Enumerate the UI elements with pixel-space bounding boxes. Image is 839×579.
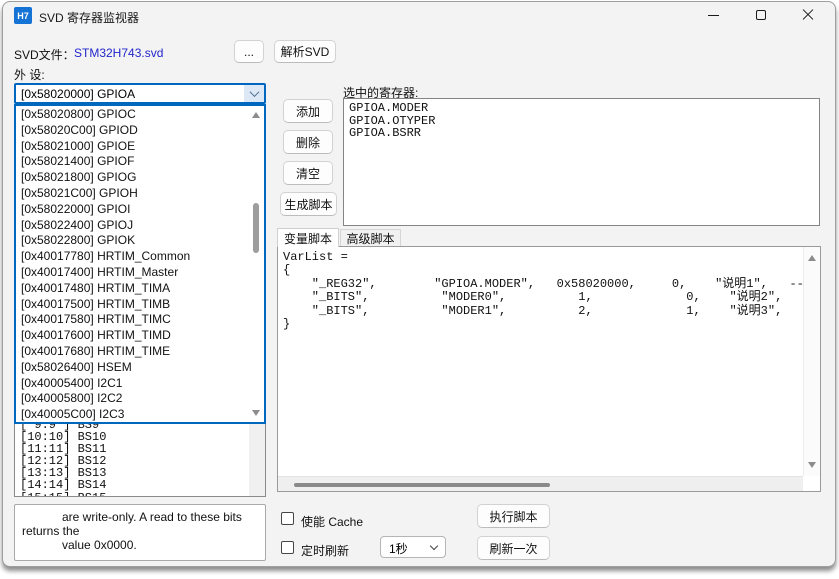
script-horizontal-scrollbar-thumb[interactable]	[294, 483, 550, 487]
peripheral-option[interactable]: [0x40017500] HRTIM_TIMB	[16, 297, 248, 313]
description-line: are write-only. A read to these bits	[22, 510, 242, 524]
peripheral-option[interactable]: [0x58021C00] GPIOH	[16, 186, 248, 202]
bitfield-description-text: are write-only. A read to these bits retu…	[22, 510, 242, 552]
script-vertical-scrollbar[interactable]	[803, 247, 820, 476]
script-horizontal-scrollbar[interactable]	[278, 476, 803, 491]
peripheral-option[interactable]: [0x40017480] HRTIM_TIMA	[16, 281, 248, 297]
peripheral-option[interactable]: [0x58020800] GPIOC	[16, 107, 248, 123]
peripheral-option[interactable]: [0x58022000] GPIOI	[16, 202, 248, 218]
browse-button[interactable]: ...	[234, 40, 264, 63]
peripheral-option[interactable]: [0x58021800] GPIOG	[16, 170, 248, 186]
svd-file-label: SVD文件：	[14, 48, 75, 62]
peripheral-option[interactable]: [0x58020C00] GPIOD	[16, 123, 248, 139]
clear-button[interactable]: 清空	[283, 161, 333, 185]
tab-variable-script[interactable]: 变量脚本	[277, 228, 339, 247]
interval-selected-value: 1秒	[389, 542, 408, 556]
selected-registers-lines: GPIOA.MODER GPIOA.OTYPER GPIOA.BSRR	[349, 102, 814, 140]
peripheral-label: 外 设:	[14, 68, 45, 82]
bitfield-item[interactable]: [14:14] BS14	[20, 479, 106, 491]
peripheral-option[interactable]: [0x40017400] HRTIM_Master	[16, 265, 248, 281]
peripheral-option[interactable]: [0x40005400] I2C1	[16, 376, 248, 392]
peripheral-dropdown-list: [0x58020800] GPIOC [0x58020C00] GPIOD [0x5…	[14, 104, 266, 424]
parse-svd-button[interactable]: 解析SVD	[274, 40, 336, 63]
dropdown-scrollbar-thumb[interactable]	[253, 203, 259, 253]
close-icon	[802, 9, 814, 21]
script-line: "_BITS", "MODER1", 2, 1, "说明3",	[283, 303, 783, 318]
generate-script-button[interactable]: 生成脚本	[280, 192, 337, 216]
peripheral-option[interactable]: [0x58022800] GPIOK	[16, 233, 248, 249]
bitfield-listbox[interactable]: [ 9:9 ] BS9 [10:10] BS10 [11:11] BS11 [12:1…	[14, 416, 266, 497]
scroll-up-icon[interactable]	[808, 255, 816, 261]
peripheral-option[interactable]: [0x40017600] HRTIM_TIMD	[16, 328, 248, 344]
peripheral-option[interactable]: [0x40017580] HRTIM_TIMC	[16, 312, 248, 328]
peripheral-dropdown-items: [0x58020800] GPIOC [0x58020C00] GPIOD [0x5…	[16, 107, 248, 423]
refresh-once-button[interactable]: 刷新一次	[477, 536, 550, 560]
script-line: }	[283, 316, 291, 331]
interval-select[interactable]: 1秒	[380, 536, 446, 558]
peripheral-option[interactable]: [0x40017680] HRTIM_TIME	[16, 344, 248, 360]
register-line: GPIOA.MODER	[349, 101, 429, 115]
script-line: VarList =	[283, 251, 356, 264]
add-button[interactable]: 添加	[283, 99, 333, 123]
run-script-button[interactable]: 执行脚本	[477, 504, 550, 528]
maximize-icon	[756, 10, 766, 20]
maximize-button[interactable]	[746, 4, 776, 26]
chevron-down-icon	[429, 541, 439, 551]
peripheral-selected-value: [0x58020000] GPIOA	[21, 87, 136, 101]
app-window: H7 SVD 寄存器监视器 SVD文件： STM32H743.svd ... 解…	[0, 0, 839, 579]
enable-cache-checkbox[interactable]	[281, 512, 294, 525]
peripheral-option[interactable]: [0x40017780] HRTIM_Common	[16, 249, 248, 265]
bitfield-description-box: are write-only. A read to these bits retu…	[14, 504, 266, 561]
peripheral-option[interactable]: [0x58021400] GPIOF	[16, 154, 248, 170]
scroll-down-icon[interactable]	[252, 410, 260, 416]
app-icon: H7	[14, 7, 32, 24]
delete-button[interactable]: 删除	[283, 130, 333, 154]
peripheral-option[interactable]: [0x58022400] GPIOJ	[16, 218, 248, 234]
peripheral-combobox[interactable]: [0x58020000] GPIOA	[14, 83, 266, 104]
description-line: value 0x0000.	[22, 538, 137, 552]
combobox-dropdown-button[interactable]	[244, 85, 264, 102]
svd-file-name: STM32H743.svd	[74, 46, 164, 60]
register-line: GPIOA.BSRR	[349, 126, 422, 140]
close-button[interactable]	[793, 4, 823, 26]
peripheral-option[interactable]: [0x58026400] HSEM	[16, 360, 248, 376]
peripheral-option[interactable]: [0x40005800] I2C2	[16, 391, 248, 407]
scroll-down-icon[interactable]	[808, 462, 816, 468]
dropdown-scrollbar[interactable]	[248, 106, 264, 422]
script-content: VarList = { "_REG32", "GPIOA.MODER", 0x5…	[283, 251, 802, 475]
app-icon-label: H7	[17, 10, 29, 21]
minimize-icon	[707, 14, 719, 16]
bitfield-item[interactable]: [15:15] BS15	[20, 491, 106, 496]
scroll-up-icon[interactable]	[252, 112, 260, 118]
bitfield-scrollbar[interactable]	[249, 417, 265, 496]
script-editor[interactable]: VarList = { "_REG32", "GPIOA.MODER", 0x5…	[277, 246, 821, 492]
timed-refresh-label: 定时刷新	[301, 544, 350, 558]
tab-advanced-script[interactable]: 高级脚本	[340, 229, 401, 247]
timed-refresh-checkbox[interactable]	[281, 541, 294, 554]
script-line: "_BITS", "MODER0", 1, 0, "说明2", --_BITS …	[311, 290, 783, 305]
chevron-down-icon	[249, 87, 259, 98]
bitfield-items: [ 9:9 ] BS9 [10:10] BS10 [11:11] BS11 [12:1…	[20, 419, 106, 496]
peripheral-option[interactable]: [0x58021000] GPIOE	[16, 139, 248, 155]
peripheral-option[interactable]: [0x40005C00] I2C3	[16, 407, 248, 423]
description-line: returns the	[22, 524, 80, 538]
window-title: SVD 寄存器监视器	[39, 11, 140, 25]
selected-registers-textarea[interactable]: GPIOA.MODER GPIOA.OTYPER GPIOA.BSRR	[343, 98, 820, 226]
enable-cache-label: 使能 Cache	[301, 515, 364, 529]
minimize-button[interactable]	[698, 4, 728, 26]
script-line: {	[283, 263, 291, 278]
